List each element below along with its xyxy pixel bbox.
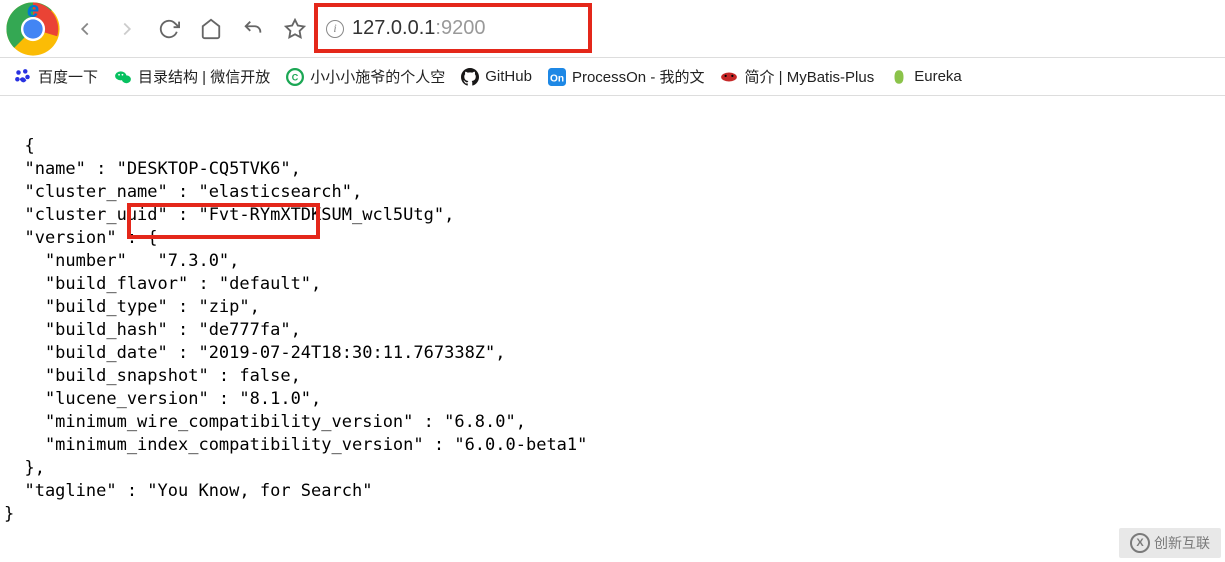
json-line: "build_hash" : "de777fa",	[4, 320, 301, 340]
json-line: "build_type" : "zip",	[4, 297, 260, 317]
json-line: "lucene_version" : "8.1.0",	[4, 389, 321, 409]
bookmark-label: 目录结构 | 微信开放	[138, 66, 270, 87]
svg-text:On: On	[550, 73, 564, 84]
bookmark-github[interactable]: GitHub	[461, 68, 532, 86]
favorite-button[interactable]	[276, 10, 314, 48]
json-line: "build_snapshot" : false,	[4, 366, 301, 386]
bookmark-baidu[interactable]: 百度一下	[14, 66, 98, 87]
json-line: "tagline" : "You Know, for Search"	[4, 481, 372, 501]
browser-toolbar: e i 127.0.0.1:9200	[0, 0, 1225, 58]
reload-button[interactable]	[150, 10, 188, 48]
watermark-icon: X	[1130, 533, 1150, 553]
bookmark-label: ProcessOn - 我的文	[572, 66, 705, 87]
json-line: "build_date" : "2019-07-24T18:30:11.7673…	[4, 343, 506, 363]
processon-icon: On	[548, 68, 566, 86]
bookmark-label: 简介 | MyBatis-Plus	[744, 66, 874, 87]
info-icon[interactable]: i	[326, 20, 344, 38]
bookmark-processon[interactable]: On ProcessOn - 我的文	[548, 66, 705, 87]
eureka-icon	[890, 68, 908, 86]
json-line: "minimum_index_compatibility_version" : …	[4, 435, 587, 455]
json-line: "version" : {	[4, 228, 158, 248]
csdn-icon: C	[286, 68, 304, 86]
json-line: "number" "7.3.0",	[4, 251, 239, 271]
address-host: 127.0.0.1	[352, 17, 435, 40]
bookmark-label: 小小小施爷的个人空	[310, 66, 445, 87]
json-line: "minimum_wire_compatibility_version" : "…	[4, 412, 526, 432]
home-button[interactable]	[192, 10, 230, 48]
baidu-icon	[14, 68, 32, 86]
bookmark-mybatis[interactable]: 简介 | MyBatis-Plus	[720, 66, 874, 87]
github-icon	[461, 68, 479, 86]
bookmarks-bar: 百度一下 目录结构 | 微信开放 C 小小小施爷的个人空 GitHub On Pro…	[0, 58, 1225, 96]
bookmark-csdn[interactable]: C 小小小施爷的个人空	[286, 66, 445, 87]
mybatis-icon	[720, 68, 738, 86]
bookmark-label: 百度一下	[38, 66, 98, 87]
json-line: "build_flavor" : "default",	[4, 274, 321, 294]
bookmark-label: Eureka	[914, 68, 962, 85]
forward-button[interactable]	[108, 10, 146, 48]
json-line: "cluster_uuid" : "Fvt-RYmXTDKSUM_wcl5Utg…	[4, 205, 454, 225]
bookmark-wechat[interactable]: 目录结构 | 微信开放	[114, 66, 270, 87]
back-button[interactable]	[66, 10, 104, 48]
json-line: }	[4, 504, 14, 524]
bookmark-eureka[interactable]: Eureka	[890, 68, 962, 86]
json-line: {	[24, 136, 34, 156]
svg-text:e: e	[27, 0, 39, 21]
wechat-icon	[114, 68, 132, 86]
watermark-text: 创新互联	[1154, 533, 1210, 553]
svg-text:C: C	[292, 72, 299, 82]
address-port: :9200	[435, 17, 485, 40]
browser-logo-icon: e	[4, 0, 62, 58]
json-line: },	[4, 458, 45, 478]
json-response: { "name" : "DESKTOP-CQ5TVK6", "cluster_n…	[0, 96, 1225, 542]
json-line: "cluster_name" : "elasticsearch",	[4, 182, 362, 202]
json-line: "name" : "DESKTOP-CQ5TVK6",	[4, 159, 301, 179]
address-bar[interactable]: i 127.0.0.1:9200	[326, 17, 1217, 40]
watermark: X 创新互联	[1119, 528, 1221, 558]
bookmark-label: GitHub	[485, 68, 532, 85]
undo-button[interactable]	[234, 10, 272, 48]
